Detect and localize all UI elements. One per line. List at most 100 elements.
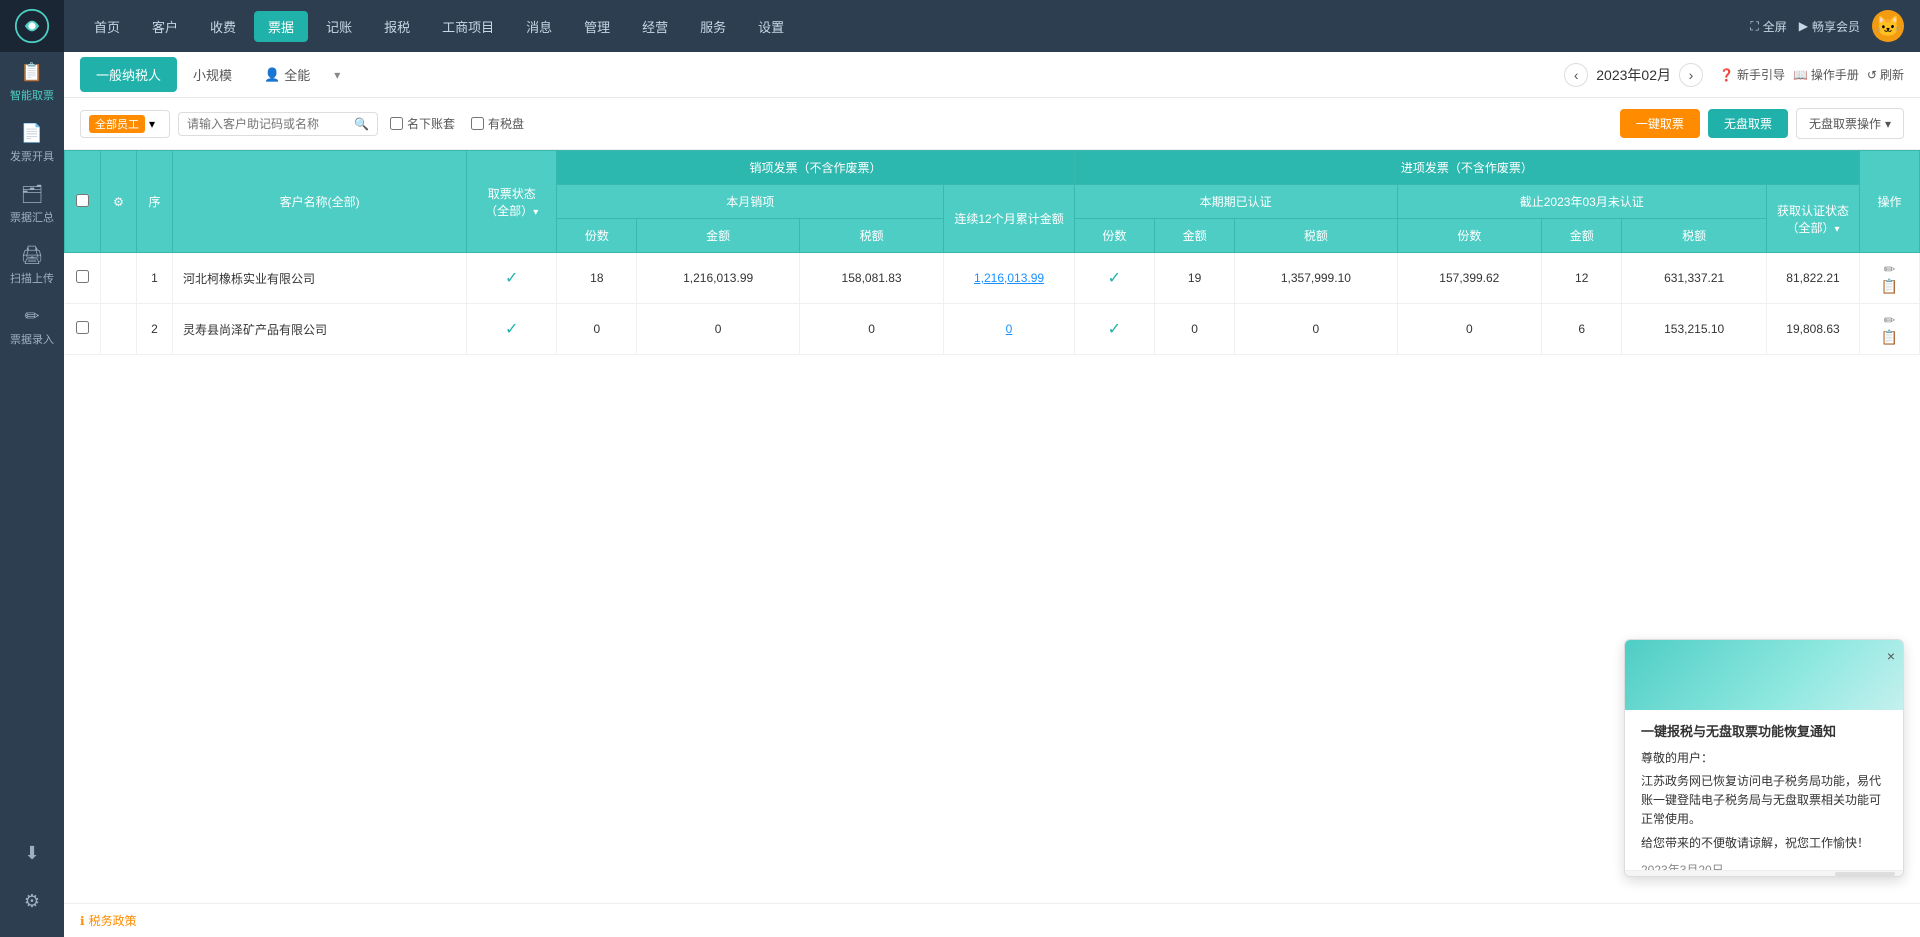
- row-sales-amount: 1,216,013.99: [637, 253, 799, 304]
- nav-message[interactable]: 消息: [512, 11, 566, 42]
- select-all-checkbox[interactable]: [76, 194, 89, 207]
- nav-service[interactable]: 服务: [686, 11, 740, 42]
- employee-select[interactable]: 全部员工 ▾: [80, 110, 170, 138]
- sidebar-bottom: ⬇ ⚙: [12, 833, 52, 937]
- sidebar-item-scan-upload[interactable]: 🖨 扫描上传: [0, 235, 64, 296]
- sidebar-settings-btn[interactable]: ⚙: [12, 881, 52, 921]
- avatar-img: 🐱: [1876, 14, 1901, 39]
- th-uncertified-amount: 金额: [1542, 219, 1622, 253]
- checkbox-offline[interactable]: 名下账套: [390, 115, 455, 132]
- logo[interactable]: [0, 0, 64, 52]
- th-certified-tax: 税额: [1235, 219, 1397, 253]
- no-disk-ops-btn[interactable]: 无盘取票操作 ▾: [1796, 108, 1904, 139]
- notif-close-btn[interactable]: ×: [1887, 648, 1895, 664]
- nav-items: 首页 客户 收费 票据 记账 报税 工商项目 消息 管理 经营 服务 设置: [80, 11, 1750, 42]
- row-verify-status: ✓: [1074, 304, 1154, 355]
- offline-checkbox[interactable]: [390, 117, 403, 130]
- row-certified-tax: 157,399.62: [1397, 253, 1542, 304]
- sidebar-item-issue-invoice-label: 发票开具: [10, 148, 54, 164]
- notif-date: 2023年3月20日: [1641, 861, 1887, 870]
- table-body: 1 河北柯橡栎实业有限公司 ✓ 18 1,216,013.99 158,081.…: [65, 253, 1920, 355]
- tab-general[interactable]: 一般纳税人: [80, 57, 177, 92]
- th-action: 操作: [1860, 151, 1920, 253]
- edit-icon[interactable]: ✏: [1884, 312, 1896, 328]
- checkbox-group: 名下账套 有税盘: [390, 115, 524, 132]
- row-sales-count: 0: [557, 304, 637, 355]
- th-fetch-status: 取票状态（全部）▾: [467, 151, 557, 253]
- th-cumulative: 连续12个月累计金额: [944, 185, 1074, 253]
- row-fetch-status: ✓: [467, 253, 557, 304]
- nav-settings[interactable]: 设置: [744, 11, 798, 42]
- row-checkbox[interactable]: [65, 304, 101, 355]
- copy-icon[interactable]: 📋: [1881, 329, 1898, 345]
- employee-tag: 全部员工: [89, 115, 145, 133]
- row-cumulative[interactable]: 1,216,013.99: [944, 253, 1074, 304]
- sidebar-item-invoice-summary-label: 票据汇总: [10, 209, 54, 225]
- row-checkbox[interactable]: [65, 253, 101, 304]
- nav-business[interactable]: 工商项目: [428, 11, 508, 42]
- member-btn[interactable]: ▶ 畅享会员: [1799, 18, 1860, 35]
- row-customer-name: 灵寿县尚泽矿产品有限公司: [173, 304, 467, 355]
- issue-invoice-icon: 📄: [21, 123, 43, 144]
- toolbar: 全部员工 ▾ 🔍 名下账套 有税盘 一键取票 无盘取票: [64, 98, 1920, 150]
- row-cumulative[interactable]: 0: [944, 304, 1074, 355]
- main-table: ⚙ 序 客户名称(全部) 取票状态（全部）▾ 销项发票（不含作废票） 进项发票（…: [64, 150, 1920, 355]
- tax-checkbox[interactable]: [471, 117, 484, 130]
- sidebar-item-smart-fetch[interactable]: 📋 智能取票: [0, 52, 64, 113]
- row-number: 1: [137, 253, 173, 304]
- new-guide-icon: ❓: [1719, 68, 1734, 82]
- row-uncertified-tax: 19,808.63: [1766, 304, 1859, 355]
- th-group-sales: 销项发票（不含作废票）: [557, 151, 1075, 185]
- manual-btn[interactable]: 📖 操作手册: [1793, 66, 1859, 83]
- search-icon[interactable]: 🔍: [354, 117, 369, 131]
- th-sales-amount: 金额: [637, 219, 799, 253]
- tax-policy-link[interactable]: ℹ 税务政策: [80, 912, 137, 929]
- row-certified-amount: 1,357,999.10: [1235, 253, 1397, 304]
- search-input[interactable]: [187, 117, 350, 131]
- notif-greeting: 尊敬的用户：: [1641, 749, 1887, 768]
- th-uncertified: 截止2023年03月未认证: [1397, 185, 1766, 219]
- sidebar-item-data-entry[interactable]: ✏ 票据录入: [0, 296, 64, 357]
- manual-icon: 📖: [1793, 68, 1808, 82]
- toolbar-right: 一键取票 无盘取票 无盘取票操作 ▾: [1620, 108, 1904, 139]
- nav-home[interactable]: 首页: [80, 11, 134, 42]
- nav-customer[interactable]: 客户: [138, 11, 192, 42]
- row-fetch-status: ✓: [467, 304, 557, 355]
- sidebar-item-invoice-summary[interactable]: 🗂 票据汇总: [0, 174, 64, 235]
- nav-accounting[interactable]: 记账: [312, 11, 366, 42]
- fullscreen-btn[interactable]: ⛶ 全屏: [1750, 18, 1786, 35]
- nav-billing[interactable]: 收费: [196, 11, 250, 42]
- nav-invoice[interactable]: 票据: [254, 11, 308, 42]
- edit-icon[interactable]: ✏: [1884, 261, 1896, 277]
- th-verify-status: 获取认证状态（全部）▾: [1766, 185, 1859, 253]
- checkbox-tax[interactable]: 有税盘: [471, 115, 524, 132]
- next-date-btn[interactable]: ›: [1679, 63, 1703, 87]
- row-uncertified-amount: 153,215.10: [1622, 304, 1767, 355]
- tax-policy-icon: ℹ: [80, 914, 85, 928]
- th-sales-tax: 税额: [799, 219, 944, 253]
- notif-text: 江苏政务网已恢复访问电子税务局功能，易代账一键登陆电子税务局与无盘取票相关功能可…: [1641, 772, 1887, 830]
- row-settings: [101, 304, 137, 355]
- prev-date-btn[interactable]: ‹: [1564, 63, 1588, 87]
- table-row: 2 灵寿县尚泽矿产品有限公司 ✓ 0 0 0 0 ✓ 0 0 0 6 153,2…: [65, 304, 1920, 355]
- sidebar-download-btn[interactable]: ⬇: [12, 833, 52, 873]
- tab-small[interactable]: 小规模: [177, 57, 248, 92]
- copy-icon[interactable]: 📋: [1881, 278, 1898, 294]
- sidebar-item-issue-invoice[interactable]: 📄 发票开具: [0, 113, 64, 174]
- row-sales-tax: 158,081.83: [799, 253, 944, 304]
- new-guide-btn[interactable]: ❓ 新手引导: [1719, 66, 1785, 83]
- current-date: 2023年02月: [1596, 65, 1671, 85]
- nav-management[interactable]: 管理: [570, 11, 624, 42]
- tab-all[interactable]: 👤 全能: [248, 57, 326, 92]
- one-click-btn[interactable]: 一键取票: [1620, 109, 1700, 138]
- avatar[interactable]: 🐱: [1872, 10, 1904, 42]
- tab-more[interactable]: ▾: [326, 64, 348, 86]
- sidebar: 📋 智能取票 📄 发票开具 🗂 票据汇总 🖨 扫描上传 ✏ 票据录入 ⬇ ⚙: [0, 0, 64, 937]
- nav-tax[interactable]: 报税: [370, 11, 424, 42]
- refresh-btn[interactable]: ↺ 刷新: [1867, 66, 1904, 83]
- row-certified-amount: 0: [1235, 304, 1397, 355]
- no-disk-btn[interactable]: 无盘取票: [1708, 109, 1788, 138]
- row-certified-tax: 0: [1397, 304, 1542, 355]
- th-sales-count: 份数: [557, 219, 637, 253]
- nav-operation[interactable]: 经营: [628, 11, 682, 42]
